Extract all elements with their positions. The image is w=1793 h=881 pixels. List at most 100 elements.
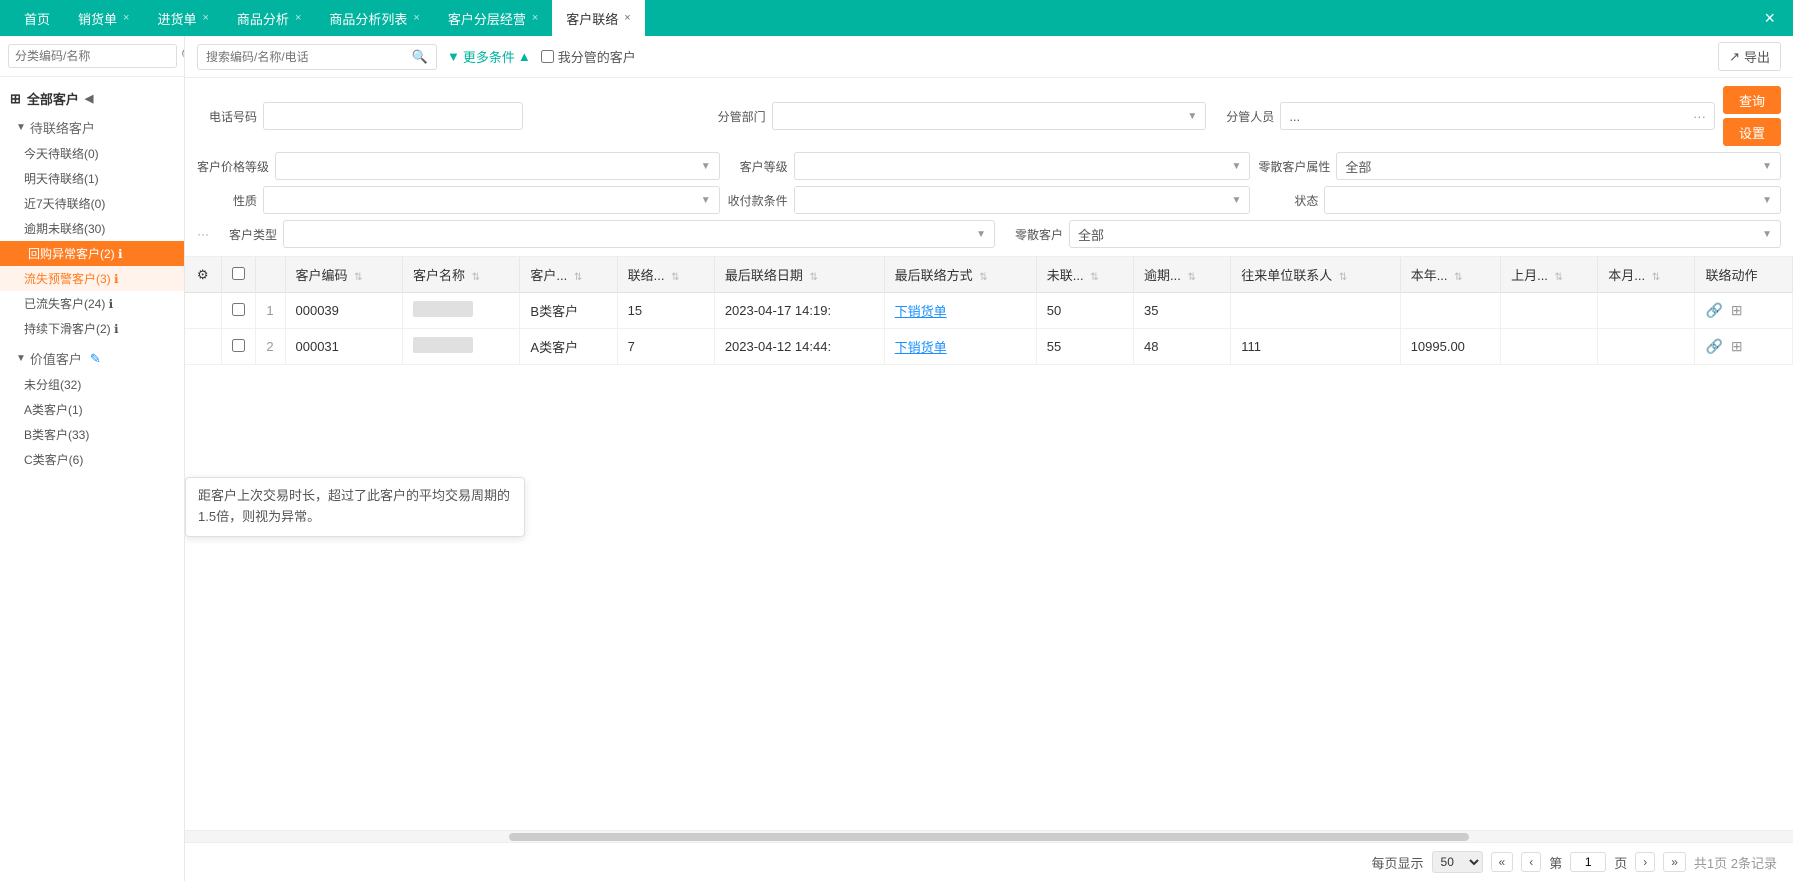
td-uncontacted: 55 (1036, 329, 1133, 365)
retail-customer-select[interactable]: 全部 ▼ (1069, 220, 1781, 248)
more-action-icon[interactable]: ⊞ (1731, 338, 1743, 355)
payment-select[interactable]: ▼ (794, 186, 1251, 214)
manager-select[interactable]: ... ··· (1280, 102, 1715, 130)
th-this-month[interactable]: 本月... ⇅ (1598, 257, 1695, 293)
last-contact-way-link[interactable]: 下销货单 (895, 340, 947, 355)
nav-customer-segment[interactable]: 客户分层经营 × (434, 0, 552, 36)
status-select[interactable]: ▼ (1324, 186, 1781, 214)
tree-item-overdue[interactable]: 逾期未联络(30) (0, 216, 184, 241)
tree-item-a-class[interactable]: A类客户(1) (0, 397, 184, 422)
prev-page-btn[interactable]: ‹ (1521, 852, 1541, 872)
filter-manager: 分管人员 ... ··· (1214, 102, 1715, 130)
sidebar-search-area: 🔍 (0, 36, 184, 77)
th-code[interactable]: 客户编码 ⇅ (285, 257, 402, 293)
tree-item-c-class[interactable]: C类客户(6) (0, 447, 184, 472)
retail-customer-value: 全部 (1078, 225, 1104, 244)
nav-purchase-close[interactable]: × (202, 12, 208, 24)
tree-item-today[interactable]: 今天待联络(0) (0, 141, 184, 166)
dept-select[interactable]: ▼ (772, 102, 1207, 130)
tree-item-tomorrow[interactable]: 明天待联络(1) (0, 166, 184, 191)
search-icon[interactable]: 🔍 (412, 49, 428, 65)
per-page-select[interactable]: 50 100 200 (1432, 851, 1483, 873)
table-header-row: ⚙ 客户编码 ⇅ 客户名称 ⇅ 客户... ⇅ 联络... ⇅ 最后联络日期 ⇅… (185, 257, 1793, 293)
th-this-year[interactable]: 本年... ⇅ (1400, 257, 1500, 293)
td-last-contact-date: 2023-04-17 14:19: (714, 293, 884, 329)
contact-icon[interactable]: 🔗 (1705, 338, 1722, 355)
customer-type-select[interactable]: ▼ (283, 220, 995, 248)
search-input[interactable] (206, 50, 408, 64)
nav-analysis-list-label: 商品分析列表 (329, 9, 407, 28)
th-company-contact[interactable]: 往来单位联系人 ⇅ (1231, 257, 1401, 293)
tree-item-declining[interactable]: 持续下滑客户(2) ℹ (0, 316, 184, 341)
nav-customer-segment-close[interactable]: × (532, 12, 538, 24)
more-conditions-btn[interactable]: ▼ 更多条件 ▲ (447, 47, 531, 66)
query-button[interactable]: 查询 (1723, 86, 1781, 114)
filter-more-link-wrap: ··· (197, 227, 209, 241)
last-contact-way-link[interactable]: 下销货单 (895, 304, 947, 319)
th-contact[interactable]: 联络... ⇅ (617, 257, 714, 293)
nav-sales-close[interactable]: × (123, 12, 129, 24)
nav-customer-contact[interactable]: 客户联络 × (552, 0, 644, 36)
th-category[interactable]: 客户... ⇅ (520, 257, 617, 293)
nav-home[interactable]: 首页 (10, 0, 64, 36)
th-overdue[interactable]: 逾期... ⇅ (1133, 257, 1230, 293)
horizontal-scrollbar[interactable] (185, 830, 1793, 842)
td-last-month (1501, 293, 1598, 329)
retail-attr-label: 零散客户属性 (1258, 158, 1330, 175)
phone-input[interactable] (263, 102, 523, 130)
sidebar-tree: ⊞ 全部客户 ◀ ▼ 待联络客户 今天待联络(0) 明天待联络(1) 近7天待联… (0, 77, 184, 881)
nav-sales[interactable]: 销货单 × (64, 0, 143, 36)
tree-item-loss-warning[interactable]: 流失预警客户(3) ℹ (0, 266, 184, 291)
first-page-btn[interactable]: « (1491, 852, 1514, 872)
tree-group-value[interactable]: ▼ 价值客户 ✎ (0, 345, 184, 372)
pagination-total: 共1页 2条记录 (1694, 853, 1777, 872)
td-last-contact-way: 下销货单 (884, 293, 1036, 329)
gender-select[interactable]: ▼ (263, 186, 720, 214)
contact-icon[interactable]: 🔗 (1705, 302, 1722, 319)
retail-customer-label: 零散客户 (1003, 226, 1063, 243)
sidebar-search-input[interactable] (8, 44, 177, 68)
tree-item-repurchase-abnormal[interactable]: 回购异常客户(2) ℹ (0, 241, 184, 266)
tree-item-b-class[interactable]: B类客户(33) (0, 422, 184, 447)
th-last-contact-way[interactable]: 最后联络方式 ⇅ (884, 257, 1036, 293)
td-category: A类客户 (520, 329, 617, 365)
select-all-checkbox[interactable] (232, 267, 245, 280)
nav-analysis-close[interactable]: × (295, 12, 301, 24)
row-checkbox[interactable] (232, 303, 245, 316)
tree-item-ungroup[interactable]: 未分组(32) (0, 372, 184, 397)
th-last-month[interactable]: 上月... ⇅ (1501, 257, 1598, 293)
th-uncontacted[interactable]: 未联... ⇅ (1036, 257, 1133, 293)
tree-item-7days[interactable]: 近7天待联络(0) (0, 191, 184, 216)
my-customers-checkbox[interactable] (541, 50, 554, 63)
edit-icon[interactable]: ✎ (90, 351, 101, 367)
all-customers-header[interactable]: ⊞ 全部客户 ◀ (0, 83, 184, 114)
filter-row-1: 电话号码 分管部门 ▼ 分管人员 ... ··· (197, 86, 1781, 146)
th-last-contact-date[interactable]: 最后联络日期 ⇅ (714, 257, 884, 293)
tree-group-pending[interactable]: ▼ 待联络客户 (0, 114, 184, 141)
page-input[interactable] (1570, 852, 1606, 872)
settings-button[interactable]: 设置 (1723, 118, 1781, 146)
nav-purchase[interactable]: 进货单 × (143, 0, 222, 36)
table-area[interactable]: ⚙ 客户编码 ⇅ 客户名称 ⇅ 客户... ⇅ 联络... ⇅ 最后联络日期 ⇅… (185, 257, 1793, 830)
export-button[interactable]: ↗ 导出 (1718, 42, 1781, 71)
price-grade-select[interactable]: ▼ (275, 152, 720, 180)
tree-item-lost[interactable]: 已流失客户(24) ℹ (0, 291, 184, 316)
window-close-button[interactable]: × (1756, 8, 1783, 29)
chevron-up-icon: ▲ (518, 49, 531, 64)
nav-customer-contact-close[interactable]: × (624, 12, 630, 24)
nav-analysis[interactable]: 商品分析 × (223, 0, 315, 36)
th-name[interactable]: 客户名称 ⇅ (402, 257, 519, 293)
nav-purchase-label: 进货单 (157, 9, 196, 28)
next-page-btn[interactable]: › (1635, 852, 1655, 872)
td-last-month (1501, 329, 1598, 365)
nav-analysis-list[interactable]: 商品分析列表 × (315, 0, 433, 36)
nav-analysis-list-close[interactable]: × (413, 12, 419, 24)
row-checkbox[interactable] (232, 339, 245, 352)
collapse-icon[interactable]: ◀ (85, 92, 93, 105)
th-settings[interactable]: ⚙ (185, 257, 221, 293)
more-filters-link[interactable]: ··· (197, 227, 209, 241)
last-page-btn[interactable]: » (1663, 852, 1686, 872)
retail-attr-select[interactable]: 全部 ▼ (1336, 152, 1781, 180)
customer-grade-select[interactable]: ▼ (794, 152, 1251, 180)
more-action-icon[interactable]: ⊞ (1731, 302, 1743, 319)
